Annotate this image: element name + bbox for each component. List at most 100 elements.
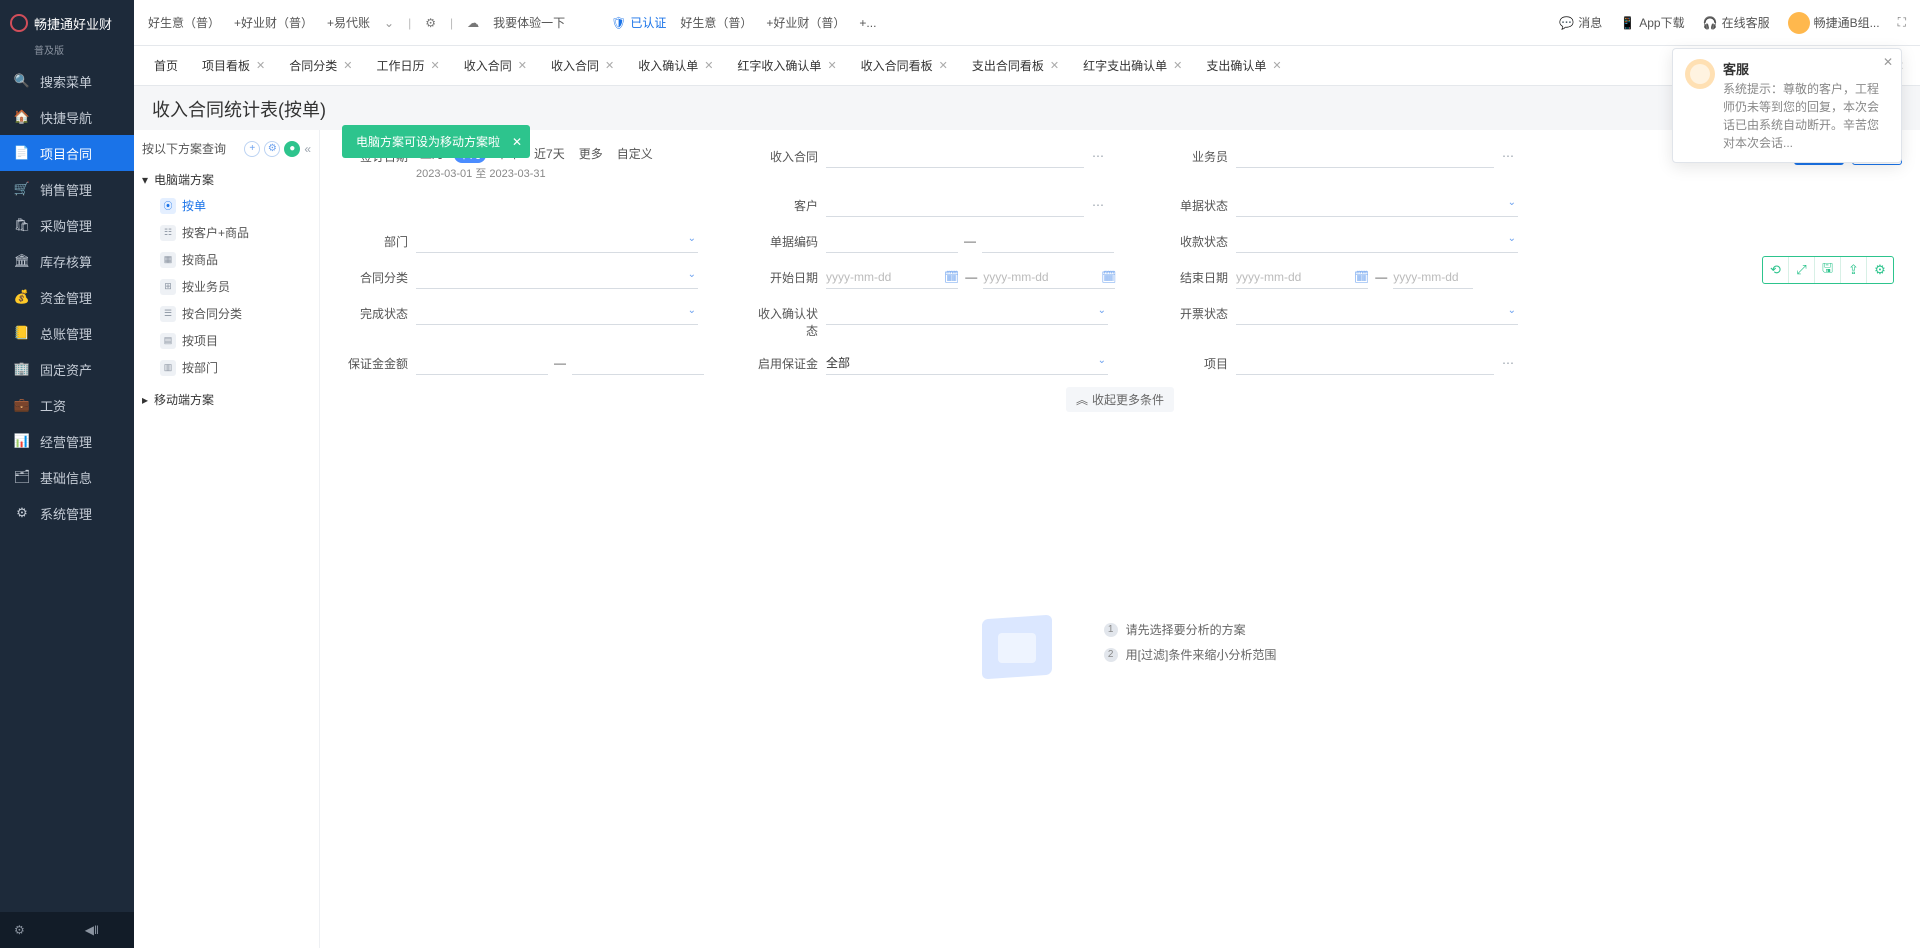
crumb2-0[interactable]: 好生意（普） (680, 14, 752, 31)
scheme-item[interactable]: ▥按部门 (142, 354, 311, 381)
fullscreen-icon[interactable]: ⛶ (1898, 15, 1906, 30)
date-quick-option[interactable]: 更多 (575, 144, 607, 163)
refresh-icon[interactable]: ⟲ (1763, 257, 1789, 283)
scheme-group-toggle[interactable]: ▸移动端方案 (142, 387, 311, 412)
customer-more-icon[interactable]: ⋯ (1088, 198, 1108, 212)
scheme-item[interactable]: ⊞按业务员 (142, 273, 311, 300)
add-scheme-button[interactable]: + (244, 141, 260, 157)
salesman-input[interactable] (1236, 144, 1494, 168)
chevron-down-icon[interactable]: ⌄ (384, 16, 394, 30)
sidebar-item-asset[interactable]: 🏢固定资产 (0, 351, 134, 387)
crumb-2[interactable]: +易代账 (327, 14, 370, 31)
crumb-0[interactable]: 好生意（普） (148, 14, 220, 31)
scheme-group-toggle[interactable]: ▾电脑端方案 (142, 167, 311, 192)
contract-cat-select[interactable] (416, 265, 698, 289)
dept-select[interactable] (416, 229, 698, 253)
sidebar-item-salary[interactable]: 💼工资 (0, 387, 134, 423)
sidebar-item-money[interactable]: 💰资金管理 (0, 279, 134, 315)
date-quick-option[interactable]: 自定义 (613, 144, 657, 163)
start-date-to-input[interactable] (983, 265, 1115, 289)
settings-icon[interactable]: ⚙ (14, 923, 25, 937)
tab[interactable]: 收入合同✕ (541, 46, 624, 86)
project-input[interactable] (1236, 351, 1494, 375)
export-icon[interactable]: ⇪ (1841, 257, 1867, 283)
sidebar-item-compass[interactable]: 🏠快捷导航 (0, 99, 134, 135)
tab[interactable]: 收入确认单✕ (628, 46, 723, 86)
scheme-item[interactable]: ▦按商品 (142, 246, 311, 273)
sidebar-item-ledger[interactable]: 📒总账管理 (0, 315, 134, 351)
income-contract-more-icon[interactable]: ⋯ (1088, 149, 1108, 163)
tab-close-icon[interactable]: ✕ (256, 59, 265, 72)
bill-status-select[interactable] (1236, 193, 1518, 217)
tip-close-button[interactable]: ✕ (512, 135, 522, 149)
start-date-from-input[interactable] (826, 265, 958, 289)
tab-close-icon[interactable]: ✕ (1050, 59, 1059, 72)
sidebar-item-search[interactable]: 🔍搜索菜单 (0, 63, 134, 99)
service-popup-close-button[interactable]: ✕ (1883, 55, 1893, 69)
tab-close-icon[interactable]: ✕ (939, 59, 948, 72)
sidebar-item-home[interactable]: 🏛库存核算 (0, 243, 134, 279)
receipt-status-select[interactable] (1236, 229, 1518, 253)
scheme-item[interactable]: ▤按项目 (142, 327, 311, 354)
scheme-sync-button[interactable]: ● (284, 141, 300, 157)
tab-close-icon[interactable]: ✕ (1272, 59, 1281, 72)
sidebar-item-gear[interactable]: ⚙系统管理 (0, 495, 134, 531)
bill-no-to-input[interactable] (982, 229, 1114, 253)
tab[interactable]: 红字支出确认单✕ (1073, 46, 1192, 86)
sidebar-item-bag[interactable]: 🛍采购管理 (0, 207, 134, 243)
save-icon[interactable]: 🖫 (1815, 257, 1841, 283)
sidebar-item-report[interactable]: 📊经营管理 (0, 423, 134, 459)
sidebar-item-cart[interactable]: 🛒销售管理 (0, 171, 134, 207)
tab[interactable]: 支出合同看板✕ (962, 46, 1069, 86)
salesman-more-icon[interactable]: ⋯ (1498, 149, 1518, 163)
customer-input[interactable] (826, 193, 1084, 217)
tab-close-icon[interactable]: ✕ (431, 59, 440, 72)
tab[interactable]: 首页 (144, 46, 188, 86)
end-date-to-input[interactable] (1393, 265, 1473, 289)
deposit-amount-to-input[interactable] (572, 351, 704, 375)
tab-close-icon[interactable]: ✕ (605, 59, 614, 72)
invoice-status-select[interactable] (1236, 301, 1518, 325)
config-icon[interactable]: ⚙ (1867, 257, 1893, 283)
scheme-settings-button[interactable]: ⚙ (264, 141, 280, 157)
sidebar-item-file[interactable]: 📄项目合同 (0, 135, 134, 171)
tab-close-icon[interactable]: ✕ (518, 59, 527, 72)
app-download-link[interactable]: 📱 App下载 (1620, 14, 1684, 31)
tab[interactable]: 项目看板✕ (192, 46, 275, 86)
complete-status-select[interactable] (416, 301, 698, 325)
confirm-status-select[interactable] (826, 301, 1108, 325)
tab[interactable]: 红字收入确认单✕ (727, 46, 846, 86)
gear-icon[interactable]: ⚙ (425, 16, 436, 30)
project-more-icon[interactable]: ⋯ (1498, 356, 1518, 370)
income-contract-input[interactable] (826, 144, 1084, 168)
tab[interactable]: 收入合同✕ (454, 46, 537, 86)
crumb-1[interactable]: +好业财（普） (234, 14, 313, 31)
message-link[interactable]: 💬 消息 (1559, 14, 1602, 31)
tab-close-icon[interactable]: ✕ (1173, 59, 1182, 72)
tab[interactable]: 合同分类✕ (279, 46, 362, 86)
bill-no-from-input[interactable] (826, 229, 958, 253)
experience-link[interactable]: 我要体验一下 (493, 14, 565, 31)
deposit-enabled-select[interactable] (826, 351, 1108, 375)
tab-close-icon[interactable]: ✕ (704, 59, 713, 72)
online-service-link[interactable]: 🎧 在线客服 (1703, 14, 1770, 31)
tab-close-icon[interactable]: ✕ (827, 59, 836, 72)
scheme-item[interactable]: ☷按客户+商品 (142, 219, 311, 246)
tab[interactable]: 支出确认单✕ (1196, 46, 1291, 86)
crumb2-1[interactable]: +好业财（普） (766, 14, 845, 31)
expand-icon[interactable]: ⤢ (1789, 257, 1815, 283)
crumb2-2[interactable]: +... (859, 16, 876, 30)
tab-close-icon[interactable]: ✕ (343, 59, 352, 72)
user-menu[interactable]: 畅捷通B组... (1788, 12, 1880, 34)
scheme-item[interactable]: ⦿按单 (142, 192, 311, 219)
tab[interactable]: 工作日历✕ (366, 46, 449, 86)
tab[interactable]: 收入合同看板✕ (851, 46, 958, 86)
end-date-from-input[interactable] (1236, 265, 1368, 289)
collapse-panel-icon[interactable]: « (304, 142, 311, 156)
collapse-filters-button[interactable]: ︽ 收起更多条件 (1066, 387, 1174, 412)
date-quick-option[interactable]: 近7天 (530, 144, 569, 163)
sidebar-item-basic[interactable]: 🗂基础信息 (0, 459, 134, 495)
scheme-item[interactable]: ☰按合同分类 (142, 300, 311, 327)
deposit-amount-from-input[interactable] (416, 351, 548, 375)
collapse-sidebar-icon[interactable]: ◀‖ (85, 923, 99, 937)
